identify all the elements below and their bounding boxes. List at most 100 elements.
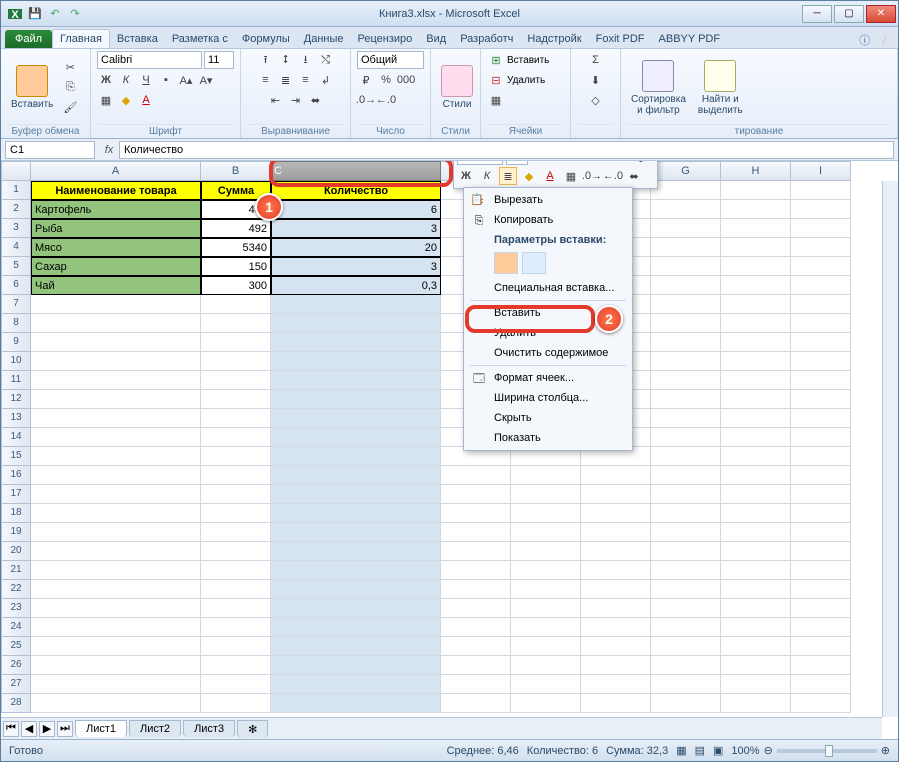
row-header[interactable]: 6 <box>1 276 31 295</box>
vertical-scrollbar[interactable] <box>882 181 898 717</box>
minimize-ribbon-icon[interactable]: ⓘ <box>859 32 870 48</box>
cell[interactable] <box>651 561 721 580</box>
cell[interactable] <box>721 257 791 276</box>
paste-button[interactable]: Вставить <box>7 61 57 114</box>
cell[interactable] <box>651 181 721 200</box>
cell[interactable] <box>511 466 581 485</box>
cell[interactable] <box>441 656 511 675</box>
autosum-icon[interactable]: Σ <box>587 51 605 69</box>
row-header[interactable]: 18 <box>1 504 31 523</box>
ctx-paste-special[interactable]: Специальная вставка... <box>466 278 630 298</box>
font-family-select[interactable]: Calibri <box>97 51 202 69</box>
copy-icon[interactable]: ⎘ <box>61 79 79 97</box>
increase-decimal-icon[interactable]: .0→ <box>357 91 375 109</box>
cell[interactable] <box>511 523 581 542</box>
cell[interactable] <box>511 504 581 523</box>
zoom-slider[interactable] <box>777 749 877 753</box>
cell[interactable] <box>271 333 441 352</box>
styles-button[interactable]: Стили <box>437 61 477 114</box>
cell[interactable] <box>31 580 201 599</box>
ctx-copy[interactable]: ⎘Копировать <box>466 210 630 230</box>
cell[interactable] <box>201 314 271 333</box>
cell[interactable] <box>201 447 271 466</box>
cell[interactable]: 3 <box>271 257 441 276</box>
cell[interactable] <box>791 409 851 428</box>
cell[interactable]: Мясо <box>31 238 201 257</box>
mini-percent-icon[interactable]: % <box>594 161 612 165</box>
cell[interactable] <box>441 580 511 599</box>
cell[interactable] <box>791 523 851 542</box>
underline-button[interactable]: Ч <box>137 71 155 89</box>
cell[interactable] <box>441 675 511 694</box>
currency-icon[interactable]: ₽ <box>357 71 375 89</box>
ctx-clear[interactable]: Очистить содержимое <box>466 343 630 363</box>
cell[interactable] <box>31 466 201 485</box>
cell[interactable] <box>271 466 441 485</box>
cell[interactable] <box>651 219 721 238</box>
align-center-icon[interactable]: ≣ <box>277 71 295 89</box>
mini-bold-button[interactable]: Ж <box>457 167 475 185</box>
sheet-nav-last[interactable]: ⏭ <box>57 721 73 737</box>
cell[interactable] <box>791 466 851 485</box>
mini-shrink-font-icon[interactable]: A▾ <box>552 161 570 165</box>
cell[interactable] <box>271 542 441 561</box>
cell[interactable] <box>791 333 851 352</box>
close-button[interactable]: ✕ <box>866 5 896 23</box>
fill-color-button[interactable]: ◆ <box>117 91 135 109</box>
shrink-font-icon[interactable]: A▾ <box>197 71 215 89</box>
name-box[interactable]: C1 <box>5 141 95 159</box>
tab-view[interactable]: Вид <box>419 30 453 48</box>
cell[interactable] <box>791 276 851 295</box>
cell[interactable] <box>31 485 201 504</box>
cell[interactable] <box>441 542 511 561</box>
cell[interactable] <box>31 542 201 561</box>
zoom-in-button[interactable]: ⊕ <box>881 744 890 757</box>
grow-font-icon[interactable]: A▴ <box>177 71 195 89</box>
cell[interactable] <box>271 694 441 713</box>
cell[interactable] <box>511 675 581 694</box>
tab-home[interactable]: Главная <box>52 29 110 48</box>
row-header[interactable]: 28 <box>1 694 31 713</box>
row-header[interactable]: 4 <box>1 238 31 257</box>
cell[interactable] <box>581 618 651 637</box>
cell[interactable] <box>791 200 851 219</box>
cell[interactable] <box>721 295 791 314</box>
cell[interactable] <box>31 561 201 580</box>
cell[interactable] <box>271 447 441 466</box>
cell[interactable] <box>721 694 791 713</box>
insert-cells-button[interactable]: ⊞Вставить <box>487 51 549 69</box>
paste-option-1[interactable] <box>494 252 518 274</box>
cell[interactable] <box>31 618 201 637</box>
cell[interactable] <box>581 599 651 618</box>
cell[interactable] <box>31 333 201 352</box>
cell[interactable] <box>441 504 511 523</box>
cell[interactable] <box>651 428 721 447</box>
cell[interactable] <box>721 675 791 694</box>
cell[interactable] <box>721 314 791 333</box>
cell[interactable] <box>791 257 851 276</box>
row-header[interactable]: 10 <box>1 352 31 371</box>
tab-foxit[interactable]: Foxit PDF <box>589 30 652 48</box>
cell[interactable] <box>581 542 651 561</box>
cell[interactable] <box>31 523 201 542</box>
cell[interactable] <box>651 409 721 428</box>
cell[interactable] <box>651 599 721 618</box>
mini-grow-font-icon[interactable]: A▴ <box>531 161 549 165</box>
cell[interactable] <box>791 428 851 447</box>
row-header[interactable]: 21 <box>1 561 31 580</box>
cell[interactable] <box>651 580 721 599</box>
cell[interactable] <box>721 542 791 561</box>
cell[interactable] <box>791 580 851 599</box>
cell[interactable] <box>651 504 721 523</box>
cell[interactable] <box>721 409 791 428</box>
cell[interactable] <box>201 295 271 314</box>
cell[interactable] <box>201 675 271 694</box>
cell[interactable] <box>271 352 441 371</box>
cell[interactable] <box>791 485 851 504</box>
cell[interactable] <box>651 371 721 390</box>
mini-font-size[interactable]: 11 <box>506 161 528 165</box>
row-header[interactable]: 16 <box>1 466 31 485</box>
zoom-out-button[interactable]: ⊖ <box>764 744 773 757</box>
cell[interactable] <box>201 504 271 523</box>
col-header-h[interactable]: H <box>721 161 791 181</box>
